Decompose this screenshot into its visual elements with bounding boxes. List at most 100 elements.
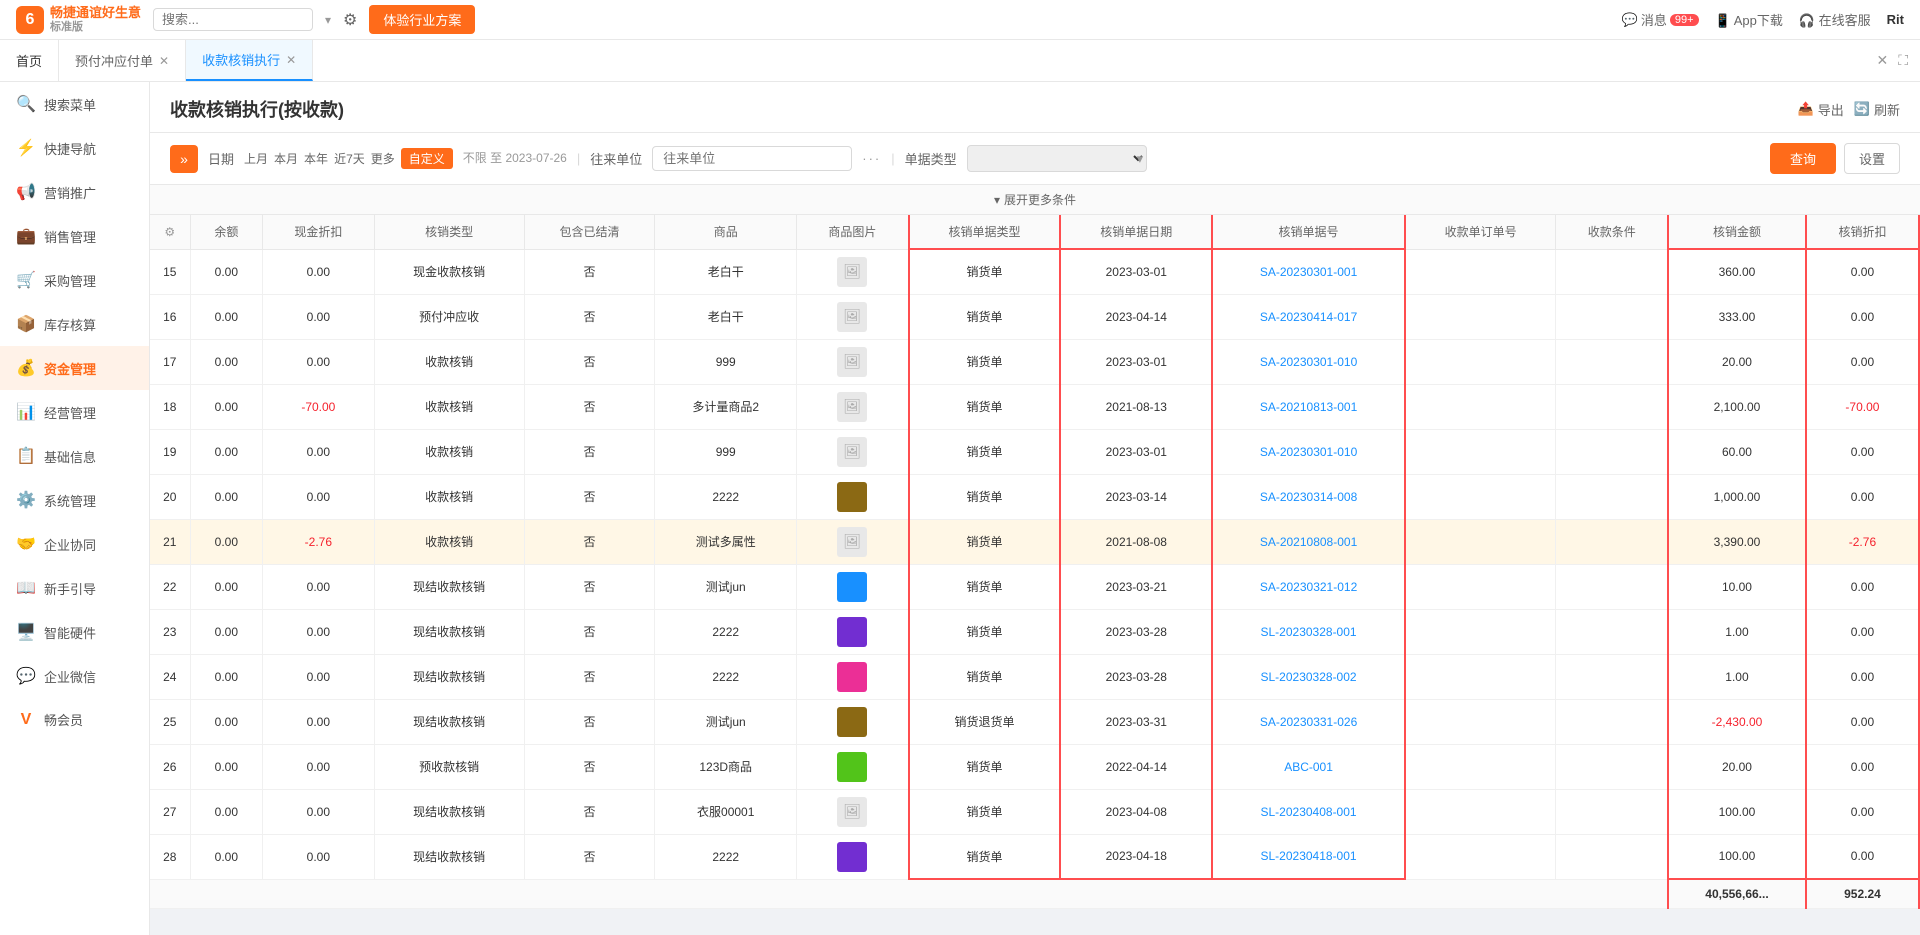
cell-include-settled: 否: [524, 744, 655, 789]
tab-prepay-close[interactable]: ✕: [159, 54, 169, 68]
cell-bill-no[interactable]: SL-20230328-001: [1212, 609, 1405, 654]
bill-no-link[interactable]: SA-20210813-001: [1260, 400, 1357, 414]
counterparty-input[interactable]: [652, 146, 852, 171]
bill-type-select[interactable]: 销货单 销货退货单: [967, 145, 1147, 172]
cell-writeoff-type: 现结收款核销: [374, 609, 524, 654]
cell-writeoff-type: 收款核销: [374, 384, 524, 429]
user-name[interactable]: Rit: [1887, 12, 1904, 27]
cell-bill-no[interactable]: SA-20230301-010: [1212, 429, 1405, 474]
cell-bill-no[interactable]: SL-20230408-001: [1212, 789, 1405, 834]
sidebar-item-search[interactable]: 🔍 搜索菜单: [0, 82, 149, 126]
bill-no-link[interactable]: SL-20230408-001: [1261, 805, 1357, 819]
footer-amount: 40,556,66...: [1668, 879, 1806, 909]
sidebar-item-finance[interactable]: 💰 资金管理: [0, 346, 149, 390]
cell-bill-no[interactable]: ABC-001: [1212, 744, 1405, 789]
cell-cash-discount: 0.00: [263, 744, 374, 789]
cell-product-image: [796, 654, 908, 699]
date-opt-this-year[interactable]: 本年: [304, 150, 328, 167]
cell-bill-no[interactable]: SA-20230414-017: [1212, 294, 1405, 339]
cell-bill-type: 销货单: [909, 744, 1061, 789]
settings-icon[interactable]: ⚙: [164, 225, 175, 239]
th-include-settled: 包含已结清: [524, 215, 655, 249]
cell-bill-no[interactable]: SA-20230301-001: [1212, 249, 1405, 294]
cell-include-settled: 否: [524, 519, 655, 564]
filter-expand-btn[interactable]: »: [170, 145, 198, 173]
cell-bill-no[interactable]: SA-20210813-001: [1212, 384, 1405, 429]
sidebar-item-basic[interactable]: 📋 基础信息: [0, 434, 149, 478]
cell-product-image: [796, 699, 908, 744]
cell-bill-type: 销货退货单: [909, 699, 1061, 744]
th-settings[interactable]: ⚙: [150, 215, 190, 249]
bill-no-link[interactable]: SA-20230301-010: [1260, 355, 1357, 369]
sidebar-item-marketing[interactable]: 📢 营销推广: [0, 170, 149, 214]
sidebar-item-ops[interactable]: 📊 经营管理: [0, 390, 149, 434]
bill-no-link[interactable]: SA-20230414-017: [1260, 310, 1357, 324]
sidebar-item-purchase[interactable]: 🛒 采购管理: [0, 258, 149, 302]
th-discount: 核销折扣: [1806, 215, 1919, 249]
expand-more-btn[interactable]: ▾ 展开更多条件: [994, 191, 1076, 208]
notice-btn[interactable]: 💬 消息 99+: [1622, 10, 1699, 29]
cell-balance: 0.00: [190, 609, 263, 654]
bill-no-link[interactable]: SL-20230328-001: [1261, 625, 1357, 639]
sidebar-item-collab[interactable]: 🤝 企业协同: [0, 522, 149, 566]
bill-no-link[interactable]: SL-20230328-002: [1261, 670, 1357, 684]
cell-bill-no[interactable]: SA-20210808-001: [1212, 519, 1405, 564]
cell-amount: 10.00: [1668, 564, 1806, 609]
sidebar-item-system[interactable]: ⚙️ 系统管理: [0, 478, 149, 522]
sidebar-item-sales[interactable]: 💼 销售管理: [0, 214, 149, 258]
date-opt-7days[interactable]: 近7天: [334, 150, 365, 167]
gear-sidebar-icon: ⚙️: [16, 490, 36, 510]
sidebar-item-member[interactable]: V 畅会员: [0, 698, 149, 741]
bill-no-link[interactable]: SA-20230321-012: [1260, 580, 1357, 594]
bill-no-link[interactable]: SA-20230314-008: [1260, 490, 1357, 504]
logo-icon: 6: [16, 6, 44, 34]
search-input[interactable]: [153, 8, 313, 31]
sidebar-item-inventory[interactable]: 📦 库存核算: [0, 302, 149, 346]
date-custom-btn[interactable]: 自定义: [401, 148, 453, 169]
cell-include-settled: 否: [524, 609, 655, 654]
app-download-btn[interactable]: 📱 App下载: [1715, 10, 1783, 29]
cell-bill-no[interactable]: SA-20230331-026: [1212, 699, 1405, 744]
tab-close-all-icon[interactable]: ✕: [1876, 52, 1888, 69]
cell-amount: 2,100.00: [1668, 384, 1806, 429]
setting-btn[interactable]: 设置: [1844, 143, 1900, 174]
tab-home[interactable]: 首页: [0, 40, 59, 81]
cell-bill-no[interactable]: SA-20230314-008: [1212, 474, 1405, 519]
bill-no-link[interactable]: SA-20230301-010: [1260, 445, 1357, 459]
cell-amount: 1.00: [1668, 609, 1806, 654]
notice-badge: 99+: [1670, 14, 1699, 26]
bill-no-link[interactable]: SA-20210808-001: [1260, 535, 1357, 549]
export-btn[interactable]: 📤 导出: [1798, 100, 1844, 119]
tab-prepay[interactable]: 预付冲应付单 ✕: [59, 40, 186, 81]
sidebar-item-hardware[interactable]: 🖥️ 智能硬件: [0, 610, 149, 654]
date-opt-more[interactable]: 更多: [371, 150, 395, 167]
footer-empty: [150, 879, 1668, 909]
sidebar-item-quick[interactable]: ⚡ 快捷导航: [0, 126, 149, 170]
cell-product-image: [796, 834, 908, 879]
sidebar-item-wechat[interactable]: 💬 企业微信: [0, 654, 149, 698]
cell-bill-no[interactable]: SA-20230321-012: [1212, 564, 1405, 609]
cell-bill-no[interactable]: SA-20230301-010: [1212, 339, 1405, 384]
bill-no-link[interactable]: ABC-001: [1284, 760, 1333, 774]
industry-btn[interactable]: 体验行业方案: [369, 5, 475, 34]
bill-no-link[interactable]: SA-20230301-001: [1260, 265, 1357, 279]
date-opt-last-month[interactable]: 上月: [244, 150, 268, 167]
tab-writeoff[interactable]: 收款核销执行 ✕: [186, 40, 313, 81]
cell-discount: -70.00: [1806, 384, 1919, 429]
refresh-btn[interactable]: 🔄 刷新: [1854, 100, 1900, 119]
date-opt-this-month[interactable]: 本月: [274, 150, 298, 167]
tab-expand-icon[interactable]: ⛶: [1898, 52, 1908, 69]
cell-bill-no[interactable]: SL-20230328-002: [1212, 654, 1405, 699]
online-service-btn[interactable]: 🎧 在线客服: [1799, 10, 1871, 29]
gear-icon[interactable]: ⚙: [343, 10, 357, 30]
sidebar-item-guide[interactable]: 📖 新手引导: [0, 566, 149, 610]
bill-no-link[interactable]: SA-20230331-026: [1260, 715, 1357, 729]
tab-writeoff-close[interactable]: ✕: [286, 53, 296, 67]
query-btn[interactable]: 查询: [1770, 143, 1836, 174]
cell-order-no: [1405, 744, 1556, 789]
cell-bill-no[interactable]: SL-20230418-001: [1212, 834, 1405, 879]
cell-product-image: 🖼: [796, 339, 908, 384]
dropdown-arrow-icon[interactable]: ▾: [325, 13, 331, 27]
bill-no-link[interactable]: SL-20230418-001: [1261, 849, 1357, 863]
cell-id: 23: [150, 609, 190, 654]
